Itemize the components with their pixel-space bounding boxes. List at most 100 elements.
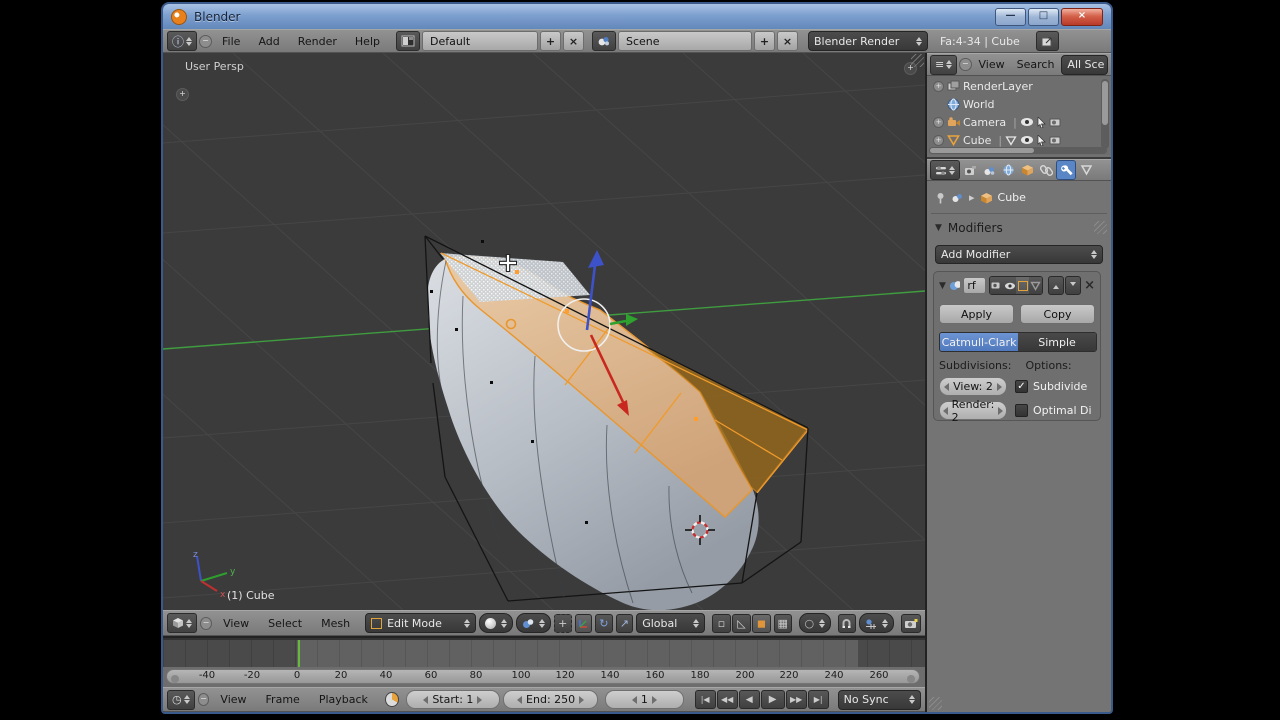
snap-element-select[interactable]	[858, 613, 894, 633]
translate-manipulator-button[interactable]	[574, 613, 593, 633]
render-engine-select[interactable]: Blender Render	[807, 31, 928, 51]
timeline-scrollbar[interactable]	[166, 669, 920, 684]
editor-type-button-outliner[interactable]: ≡	[930, 54, 958, 75]
transform-orientation-select[interactable]: Global	[636, 613, 705, 633]
apply-button[interactable]: Apply	[939, 304, 1014, 324]
scale-manipulator-button[interactable]: ↗	[615, 613, 634, 633]
outliner-scope-select[interactable]: All Sce	[1061, 54, 1108, 75]
edge-select-button[interactable]: ◺	[731, 613, 751, 633]
modifier-view-toggle[interactable]	[1003, 277, 1017, 294]
editor-type-button-info[interactable]: ⓘ	[167, 31, 198, 51]
render-subdivisions-stepper[interactable]: Render: 2	[939, 398, 1007, 424]
menu-mesh[interactable]: Mesh	[313, 617, 358, 630]
sync-mode-select[interactable]: No Sync	[837, 689, 921, 710]
properties-corner-widget[interactable]	[929, 697, 942, 710]
outliner-item-camera[interactable]: + Camera |	[927, 113, 1097, 131]
tab-world[interactable]	[999, 161, 1017, 179]
modifier-cage-toggle[interactable]	[1029, 277, 1043, 294]
panel-collapse-icon[interactable]: ▼	[935, 223, 942, 233]
play-button[interactable]: ▶	[760, 690, 785, 709]
tab-object[interactable]	[1018, 161, 1036, 179]
modifier-move-up-button[interactable]	[1048, 276, 1065, 295]
next-keyframe-button[interactable]: ▶▶	[785, 690, 807, 709]
jump-to-start-button[interactable]: |◀	[694, 690, 716, 709]
prev-keyframe-button[interactable]: ◀◀	[716, 690, 738, 709]
scene-icon-button[interactable]	[591, 31, 616, 51]
jump-to-end-button[interactable]: ▶|	[807, 690, 829, 709]
proportional-edit-select[interactable]: ○	[798, 613, 832, 633]
sync-pie-icon[interactable]	[384, 692, 399, 707]
maximize-button[interactable]: □	[1028, 7, 1059, 26]
tab-scene[interactable]	[980, 161, 998, 179]
selectability-cursor-icon[interactable]	[1037, 116, 1046, 128]
collapse-timeline-icon[interactable]: −	[197, 693, 210, 706]
breadcrumb-object[interactable]: Cube	[998, 191, 1026, 204]
menu-tl-view[interactable]: View	[212, 693, 254, 706]
modifier-delete-button[interactable]: ×	[1084, 278, 1095, 293]
add-modifier-select[interactable]: Add Modifier	[935, 245, 1103, 264]
tab-modifiers[interactable]	[1056, 160, 1076, 180]
snap-toggle-button[interactable]	[838, 613, 856, 633]
manipulator-toggle-button[interactable]: +	[553, 613, 572, 633]
modifiers-panel-title[interactable]: ▼ Modifiers	[935, 221, 1003, 235]
editor-type-button-3dview[interactable]	[167, 613, 197, 633]
pin-icon[interactable]	[935, 192, 946, 204]
catmull-clark-button[interactable]: Catmull-Clark	[940, 333, 1018, 351]
renderability-camera-icon[interactable]	[1049, 135, 1062, 145]
timeline-canvas[interactable]	[163, 638, 925, 667]
delete-scene-button[interactable]: ×	[776, 31, 798, 51]
renderability-camera-icon[interactable]	[1049, 117, 1062, 127]
modifier-name-field[interactable]: rf	[963, 277, 986, 294]
close-button[interactable]: ×	[1061, 7, 1103, 26]
current-frame-field[interactable]: 1	[604, 690, 684, 709]
current-frame-marker[interactable]	[298, 640, 300, 667]
collapse-header-icon[interactable]: −	[200, 616, 213, 630]
tab-constraints[interactable]	[1037, 161, 1055, 179]
view-subdivisions-stepper[interactable]: View: 2	[939, 377, 1007, 396]
menu-tl-frame[interactable]: Frame	[258, 693, 308, 706]
toolshelf-plus-icon[interactable]: +	[176, 88, 189, 101]
window-duplicate-icon[interactable]	[1035, 31, 1059, 51]
editor-type-button-properties[interactable]	[930, 160, 960, 180]
modifier-collapse-icon[interactable]: ▼	[939, 281, 946, 291]
modifier-render-toggle[interactable]	[989, 277, 1004, 294]
pivot-point-select[interactable]	[515, 613, 551, 633]
subdivide-checkbox-box[interactable]: ✓	[1015, 380, 1028, 393]
tab-render[interactable]	[961, 161, 979, 179]
timeline-scroll-strip[interactable]: -40 -20 0 20 40 60 80 100 120 140 160 18…	[163, 667, 925, 687]
outliner-vscrollbar[interactable]	[1101, 79, 1109, 149]
menu-ol-view[interactable]: View	[974, 58, 1010, 71]
copy-button[interactable]: Copy	[1020, 304, 1095, 324]
occlude-geometry-button[interactable]: ▦	[773, 613, 792, 633]
end-frame-field[interactable]: End: 250	[503, 690, 598, 709]
play-reverse-button[interactable]: ◀	[738, 690, 760, 709]
collapse-menus-icon[interactable]: −	[199, 34, 213, 48]
editor-type-button-timeline[interactable]: ◷	[167, 689, 195, 710]
menu-view[interactable]: View	[215, 617, 257, 630]
add-scene-button[interactable]: +	[753, 31, 775, 51]
expand-icon[interactable]: +	[933, 116, 944, 128]
viewport-corner-widget[interactable]	[911, 54, 924, 67]
titlebar[interactable]: Blender — □ ×	[163, 4, 1111, 30]
modifier-editmode-toggle[interactable]	[1016, 277, 1030, 294]
vertex-select-button[interactable]: ▫	[711, 613, 731, 633]
menu-ol-search[interactable]: Search	[1012, 58, 1060, 71]
simple-button[interactable]: Simple	[1018, 333, 1096, 351]
scene-field[interactable]: Scene	[617, 31, 752, 51]
viewport-shading-select[interactable]	[478, 613, 513, 633]
optimal-display-checkbox[interactable]: Optimal Di	[1015, 404, 1092, 417]
rotate-manipulator-button[interactable]: ↻	[595, 613, 613, 633]
scene-breadcrumb-icon[interactable]	[951, 192, 964, 203]
collapse-outliner-icon[interactable]: −	[959, 58, 972, 71]
screen-layout-field[interactable]: Default	[421, 31, 538, 51]
menu-help[interactable]: Help	[347, 35, 388, 48]
outliner-item-renderlayer[interactable]: + RenderLayer	[927, 77, 1097, 95]
minimize-button[interactable]: —	[995, 7, 1026, 26]
visibility-eye-icon[interactable]	[1020, 117, 1034, 127]
selectability-cursor-icon[interactable]	[1037, 134, 1046, 146]
screen-layout-icon[interactable]	[395, 31, 420, 51]
expand-icon[interactable]: +	[933, 80, 944, 92]
optimal-checkbox-box[interactable]	[1015, 404, 1028, 417]
start-frame-field[interactable]: Start: 1	[405, 690, 501, 709]
add-layout-button[interactable]: +	[539, 31, 561, 51]
